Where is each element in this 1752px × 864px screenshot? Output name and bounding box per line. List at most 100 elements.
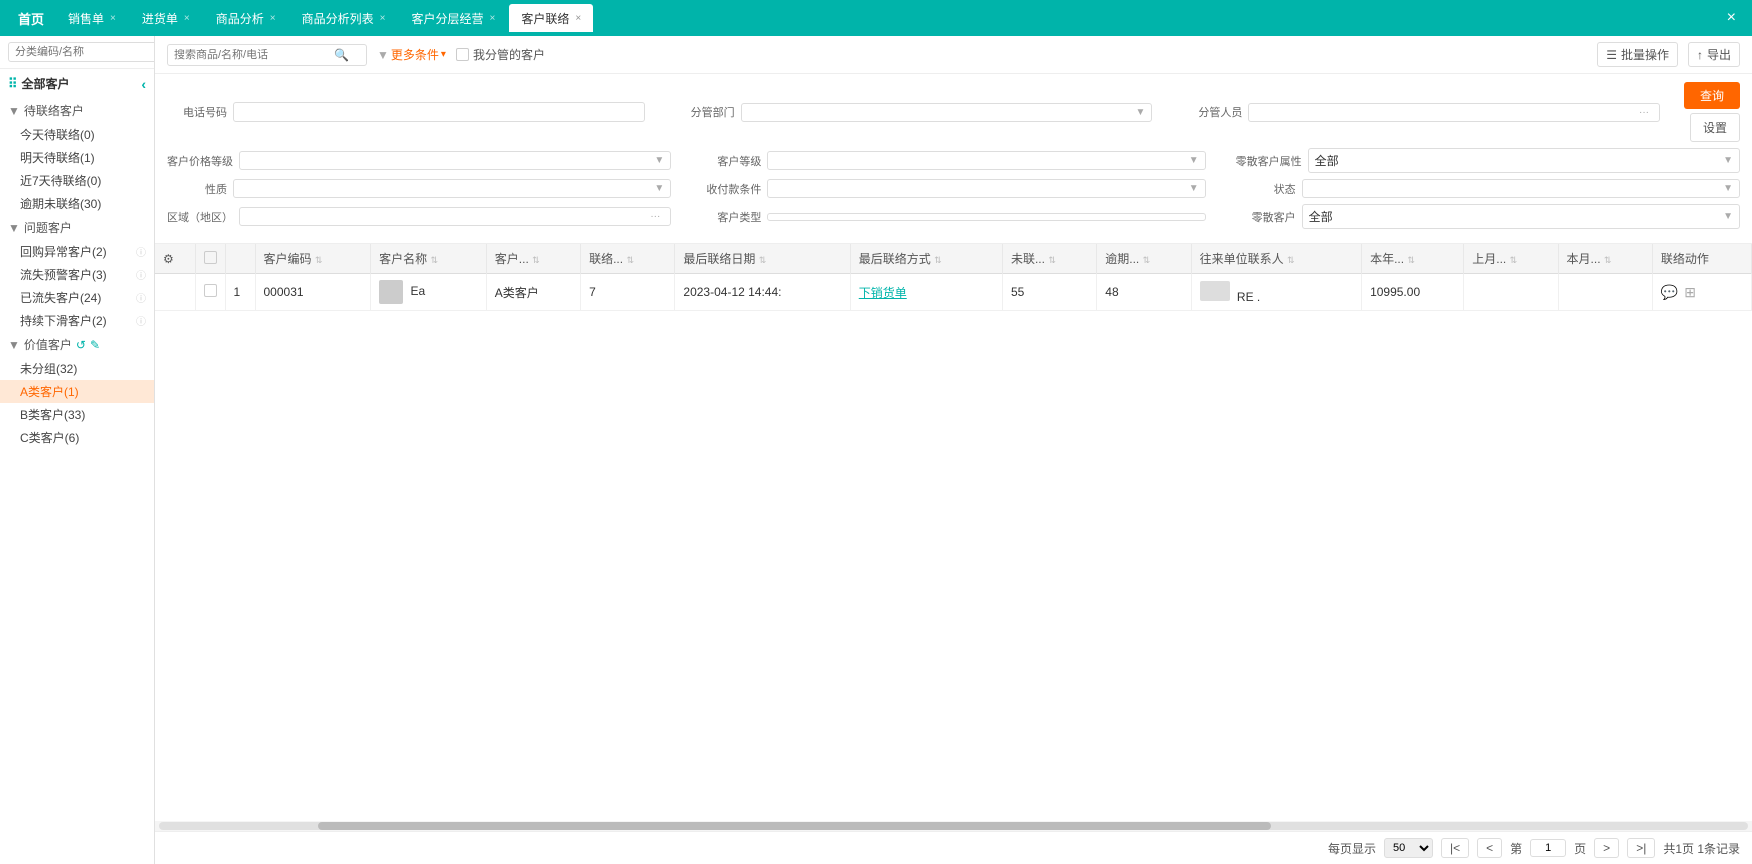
retail-customer-select[interactable]: 全部 ▼ (1302, 204, 1740, 229)
sidebar-item-tomorrow-pending[interactable]: 明天待联络(1) (0, 146, 154, 169)
price-level-select[interactable]: ▼ (239, 151, 671, 170)
refresh-icon[interactable]: ↺ (76, 338, 86, 352)
filter-form: 电话号码 分管部门 ▼ 分管人员 ··· 查询 设置 (155, 74, 1752, 244)
price-level-chevron-icon: ▼ (654, 155, 664, 166)
customer-type-select[interactable] (767, 213, 1205, 221)
tab-sales-order[interactable]: 销售单 × (56, 4, 128, 32)
table-container: ⚙ 客户编码 ⇅ 客户名称 ⇅ (155, 244, 1752, 821)
nature-select[interactable]: ▼ (233, 179, 671, 198)
retail-attr-select[interactable]: 全部 ▼ (1308, 148, 1740, 173)
page-number-input[interactable] (1530, 839, 1566, 857)
th-type[interactable]: 客户... ⇅ (486, 244, 580, 274)
edit-icon[interactable]: ✎ (90, 338, 100, 352)
sidebar-collapse-button[interactable]: ‹ (141, 76, 146, 92)
message-action-icon[interactable]: 💬 (1661, 284, 1678, 301)
region-more-icon[interactable]: ··· (646, 211, 664, 222)
my-customers-checkbox[interactable] (456, 48, 469, 61)
export-button[interactable]: ↑ 导出 (1688, 42, 1740, 67)
person-more-icon[interactable]: ··· (1635, 107, 1653, 118)
my-customers-checkbox-area[interactable]: 我分管的客户 (456, 46, 545, 63)
sort-last-month-icon: ⇅ (1510, 255, 1518, 265)
close-purchase-order-icon[interactable]: × (184, 13, 190, 24)
sidebar-item-abnormal-repurchase[interactable]: 回购异常客户(2) ⓘ (0, 240, 154, 263)
th-last-date[interactable]: 最后联络日期 ⇅ (675, 244, 850, 274)
next-page-button[interactable]: > (1594, 838, 1619, 858)
last-page-button[interactable]: >| (1627, 838, 1655, 858)
th-code[interactable]: 客户编码 ⇅ (255, 244, 371, 274)
sidebar-item-b-class[interactable]: B类客户(33) (0, 403, 154, 426)
contact-avatar (1200, 281, 1230, 301)
td-this-year: 10995.00 (1362, 274, 1464, 311)
close-sales-order-icon[interactable]: × (110, 13, 116, 24)
first-page-button[interactable]: |< (1441, 838, 1469, 858)
all-customers-header[interactable]: ⠿ 全部客户 ‹ (0, 69, 154, 98)
sidebar-search-input[interactable] (8, 42, 155, 62)
sidebar-item-7days-pending[interactable]: 近7天待联络(0) (0, 169, 154, 192)
scrollbar-track[interactable] (159, 822, 1748, 830)
tab-customer-segment[interactable]: 客户分层经营 × (399, 4, 507, 32)
close-customer-contact-icon[interactable]: × (575, 13, 581, 24)
filter-cell-payment: 收付款条件 ▼ (701, 179, 1205, 198)
dept-select[interactable]: ▼ (741, 103, 1153, 122)
prev-page-button[interactable]: < (1477, 838, 1502, 858)
payment-select[interactable]: ▼ (767, 179, 1205, 198)
th-contact-count[interactable]: 联络... ⇅ (581, 244, 675, 274)
retail-attr-chevron-icon: ▼ (1723, 155, 1733, 166)
action-icons: 💬 ⊞ (1661, 284, 1743, 301)
tab-product-analysis[interactable]: 商品分析 × (204, 4, 288, 32)
sidebar-item-declining[interactable]: 持续下滑客户(2) ⓘ (0, 309, 154, 332)
close-product-analysis-icon[interactable]: × (270, 13, 276, 24)
customer-level-chevron-icon: ▼ (1189, 155, 1199, 166)
phone-input[interactable] (233, 102, 645, 122)
qr-action-icon[interactable]: ⊞ (1684, 284, 1696, 301)
last-method-link[interactable]: 下销货单 (859, 286, 907, 300)
td-checkbox (195, 274, 225, 311)
sidebar-item-today-pending[interactable]: 今天待联络(0) (0, 123, 154, 146)
close-product-analysis-list-icon[interactable]: × (380, 13, 386, 24)
filter-cell-status: 状态 ▼ (1236, 179, 1740, 198)
tab-customer-contact[interactable]: 客户联络 × (509, 4, 593, 32)
main-search-icon[interactable]: 🔍 (334, 48, 349, 62)
avatar (379, 280, 403, 304)
per-page-select[interactable]: 50 100 200 (1384, 838, 1433, 858)
filter-cell-phone: 电话号码 (167, 102, 645, 122)
th-overdue[interactable]: 逾期... ⇅ (1097, 244, 1191, 274)
sidebar-item-c-class[interactable]: C类客户(6) (0, 426, 154, 449)
person-select[interactable]: ··· (1248, 103, 1660, 122)
th-no-contact[interactable]: 未联... ⇅ (1002, 244, 1096, 274)
scrollbar-thumb[interactable] (318, 822, 1271, 830)
select-all-checkbox[interactable] (204, 251, 217, 264)
home-tab[interactable]: 首页 (8, 9, 54, 28)
filter-row-4: 区域（地区） ··· 客户类型 零散客户 全部 ▼ (167, 204, 1740, 229)
query-button[interactable]: 查询 (1684, 82, 1740, 109)
row-checkbox[interactable] (204, 284, 217, 297)
th-this-month[interactable]: 本月... ⇅ (1558, 244, 1652, 274)
batch-operation-button[interactable]: ☰ 批量操作 (1597, 42, 1678, 67)
sidebar-item-a-class[interactable]: A类客户(1) (0, 380, 154, 403)
sidebar-value-section[interactable]: ▼ 价值客户 ↺ ✎ (0, 332, 154, 357)
tab-product-analysis-list[interactable]: 商品分析列表 × (290, 4, 398, 32)
sidebar-item-overdue-pending[interactable]: 逾期未联络(30) (0, 192, 154, 215)
sidebar-item-churned[interactable]: 已流失客户(24) ⓘ (0, 286, 154, 309)
status-select[interactable]: ▼ (1302, 179, 1740, 198)
customer-level-select[interactable]: ▼ (767, 151, 1205, 170)
sidebar-pending-section[interactable]: ▼ 待联络客户 (0, 98, 154, 123)
sidebar-item-ungrouped[interactable]: 未分组(32) (0, 357, 154, 380)
more-conditions-button[interactable]: ▼ 更多条件 ▾ (377, 46, 446, 63)
main-search-input[interactable] (174, 49, 334, 61)
tab-purchase-order[interactable]: 进货单 × (130, 4, 202, 32)
window-close-icon[interactable]: × (1719, 9, 1744, 27)
th-contacts[interactable]: 往来单位联系人 ⇅ (1191, 244, 1361, 274)
sidebar-item-churn-warning[interactable]: 流失预警客户(3) ⓘ (0, 263, 154, 286)
horizontal-scrollbar[interactable] (155, 821, 1752, 831)
sidebar-problem-section[interactable]: ▼ 问题客户 (0, 215, 154, 240)
th-last-month[interactable]: 上月... ⇅ (1464, 244, 1558, 274)
settings-button[interactable]: 设置 (1690, 113, 1740, 142)
th-last-method[interactable]: 最后联络方式 ⇅ (850, 244, 1002, 274)
region-select[interactable]: ··· (239, 207, 671, 226)
th-this-year[interactable]: 本年... ⇅ (1362, 244, 1464, 274)
retail-customer-label: 零散客户 (1236, 209, 1296, 225)
close-customer-segment-icon[interactable]: × (489, 13, 495, 24)
settings-gear-icon[interactable]: ⚙ (163, 252, 174, 266)
th-name[interactable]: 客户名称 ⇅ (371, 244, 487, 274)
